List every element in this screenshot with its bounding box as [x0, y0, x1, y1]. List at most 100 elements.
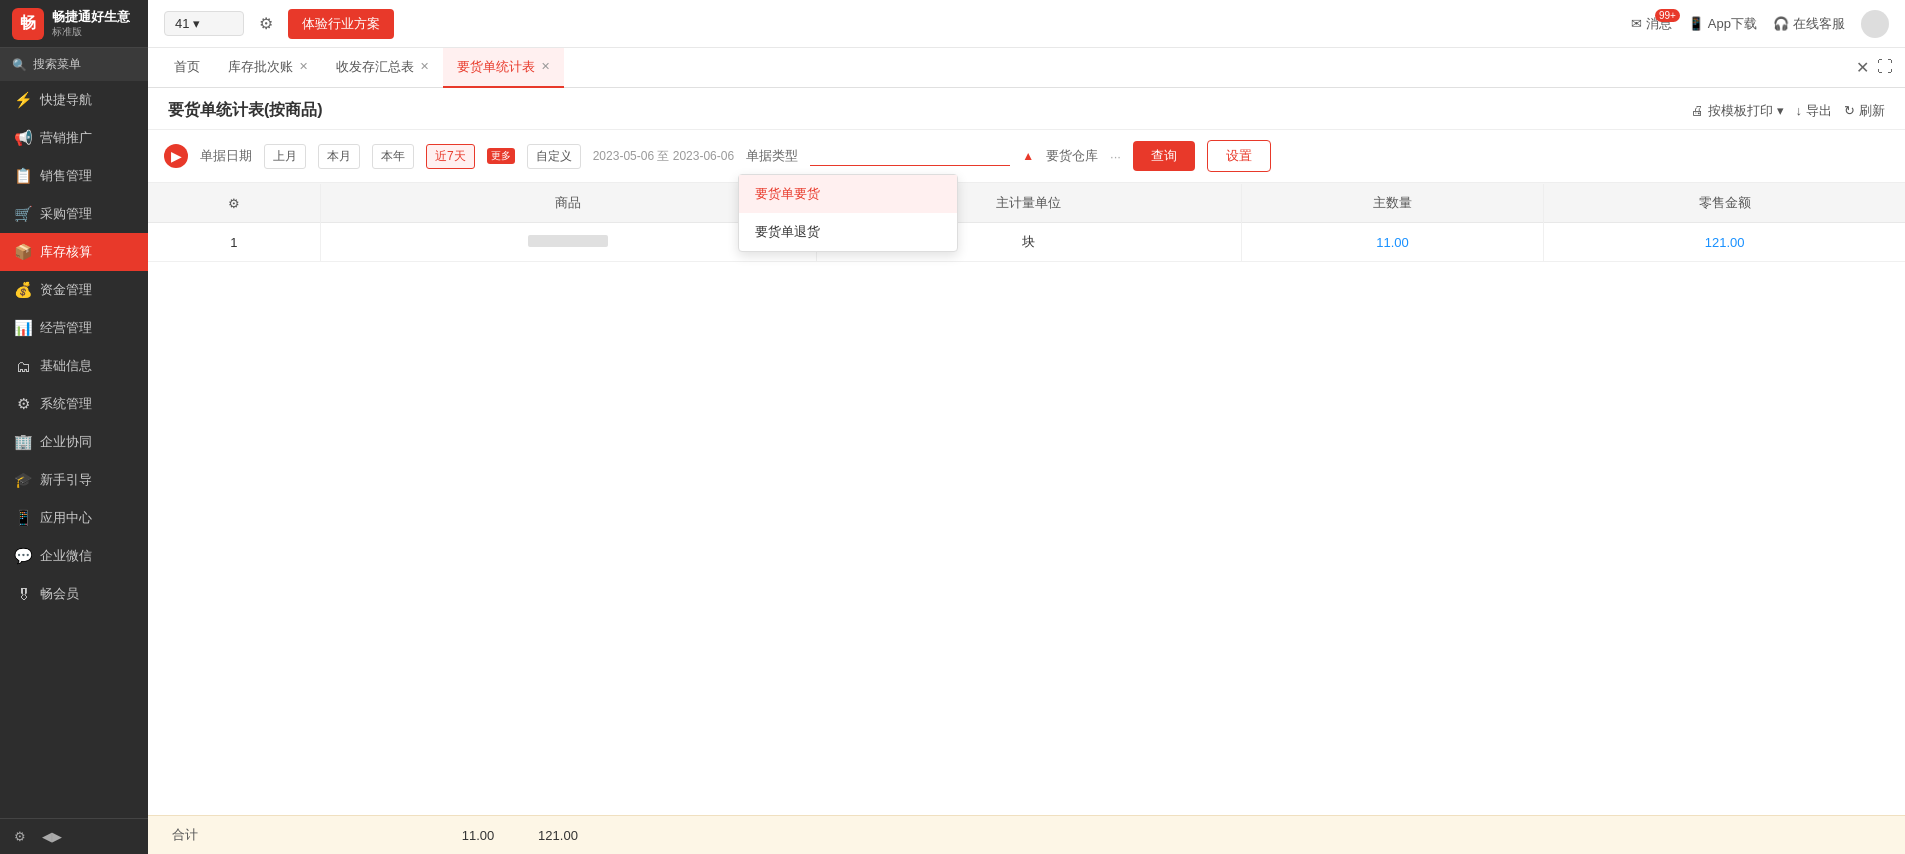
table-settings-icon[interactable]: ⚙: [228, 196, 240, 211]
data-table: ⚙ 商品 主计量单位 主数量 零售金额 1 块: [148, 184, 1905, 262]
tab-receipt-summary[interactable]: 收发存汇总表 ✕: [322, 48, 443, 88]
warehouse-filter-dots[interactable]: ···: [1110, 149, 1121, 164]
app-download-btn[interactable]: 📱 App下载: [1688, 15, 1757, 33]
tab-receipt-summary-label: 收发存汇总表: [336, 58, 414, 76]
tab-inventory-batch[interactable]: 库存批次账 ✕: [214, 48, 322, 88]
selector-chevron-icon: ▾: [193, 16, 200, 31]
logo-main: 畅捷通好生意: [52, 9, 130, 26]
sidebar-item-marketing[interactable]: 📢 营销推广: [0, 119, 148, 157]
sidebar-item-label: 快捷导航: [40, 91, 92, 109]
sidebar-item-finance[interactable]: 💰 资金管理: [0, 271, 148, 309]
footer-quantity: 11.00: [438, 828, 518, 843]
sidebar-item-operations[interactable]: 📊 经营管理: [0, 309, 148, 347]
filter-expand-btn[interactable]: ▶: [164, 144, 188, 168]
tabs-close-all-icon[interactable]: ✕: [1856, 58, 1869, 77]
last-month-btn[interactable]: 上月: [264, 144, 306, 169]
purchase-icon: 🛒: [14, 205, 32, 223]
filter-settings-btn[interactable]: 设置: [1207, 140, 1271, 172]
table-header-row: ⚙ 商品 主计量单位 主数量 零售金额: [148, 184, 1905, 223]
sidebar-item-label: 库存核算: [40, 243, 92, 261]
custom-date-btn[interactable]: 自定义: [527, 144, 581, 169]
sidebar-item-wechat[interactable]: 💬 企业微信: [0, 537, 148, 575]
dropdown-item-demand-order[interactable]: 要货单要货: [739, 175, 957, 213]
user-avatar[interactable]: [1861, 10, 1889, 38]
online-service-btn[interactable]: 🎧 在线客服: [1773, 15, 1845, 33]
page-header: 要货单统计表(按商品) 🖨 按模板打印 ▾ ↓ 导出 ↻ 刷新: [148, 88, 1905, 130]
sidebar-item-app-center[interactable]: 📱 应用中心: [0, 499, 148, 537]
topbar-settings-btn[interactable]: ⚙: [252, 10, 280, 38]
tab-demand-summary[interactable]: 要货单统计表 ✕: [443, 48, 564, 88]
refresh-label: 刷新: [1859, 102, 1885, 120]
type-dropdown: 要货单要货 要货单退货: [738, 174, 958, 252]
sidebar-item-guide[interactable]: 🎓 新手引导: [0, 461, 148, 499]
sidebar-item-label: 企业微信: [40, 547, 92, 565]
operations-icon: 📊: [14, 319, 32, 337]
logo-sub: 标准版: [52, 25, 130, 38]
date-more-badge[interactable]: 更多: [487, 148, 515, 164]
this-month-btn[interactable]: 本月: [318, 144, 360, 169]
quick-nav-icon: ⚡: [14, 91, 32, 109]
last-7days-btn[interactable]: 近7天: [426, 144, 475, 169]
basic-info-icon: 🗂: [14, 358, 32, 375]
sidebar-item-vip[interactable]: 🎖 畅会员: [0, 575, 148, 613]
export-btn[interactable]: ↓ 导出: [1796, 102, 1833, 120]
product-placeholder: [528, 235, 608, 247]
refresh-btn[interactable]: ↻ 刷新: [1844, 102, 1885, 120]
query-btn[interactable]: 查询: [1133, 141, 1195, 171]
sidebar-search[interactable]: 🔍 搜索菜单: [0, 48, 148, 81]
sidebar-item-label: 系统管理: [40, 395, 92, 413]
sidebar-item-label: 基础信息: [40, 357, 92, 375]
vip-icon: 🎖: [14, 586, 32, 603]
print-icon: 🖨: [1691, 103, 1704, 118]
trial-btn[interactable]: 体验行业方案: [288, 9, 394, 39]
tab-home-label: 首页: [174, 58, 200, 76]
app-center-icon: 📱: [14, 509, 32, 527]
sidebar-item-quick-nav[interactable]: ⚡ 快捷导航: [0, 81, 148, 119]
sidebar-logo: 畅 畅捷通好生意 标准版: [0, 0, 148, 48]
search-label: 搜索菜单: [33, 56, 81, 73]
tab-receipt-summary-close[interactable]: ✕: [420, 60, 429, 73]
page-title: 要货单统计表(按商品): [168, 100, 323, 121]
sidebar-nav: ⚡ 快捷导航 📢 营销推广 📋 销售管理 🛒 采购管理 📦 库存核算 💰 资金管…: [0, 81, 148, 818]
sidebar-item-enterprise[interactable]: 🏢 企业协同: [0, 423, 148, 461]
message-btn[interactable]: ✉ 消息 99+: [1631, 15, 1672, 33]
export-icon: ↓: [1796, 103, 1803, 118]
service-icon: 🎧: [1773, 16, 1789, 31]
message-badge: 99+: [1655, 9, 1680, 22]
company-selector[interactable]: 41 ▾: [164, 11, 244, 36]
sidebar-collapse-btn[interactable]: ◀▶: [42, 829, 62, 844]
table-container: ⚙ 商品 主计量单位 主数量 零售金额 1 块: [148, 184, 1905, 815]
topbar-left: 41 ▾ ⚙ 体验行业方案: [164, 9, 1619, 39]
tabs-bar: 首页 库存批次账 ✕ 收发存汇总表 ✕ 要货单统计表 ✕ ✕ ⛶: [148, 48, 1905, 88]
type-filter-toggle[interactable]: ▲: [1022, 149, 1034, 163]
sidebar-item-purchase[interactable]: 🛒 采购管理: [0, 195, 148, 233]
sidebar-item-basic-info[interactable]: 🗂 基础信息: [0, 347, 148, 385]
this-year-btn[interactable]: 本年: [372, 144, 414, 169]
tab-demand-summary-close[interactable]: ✕: [541, 60, 550, 73]
main-area: 41 ▾ ⚙ 体验行业方案 ✉ 消息 99+ 📱 App下载 🎧 在线客服: [148, 0, 1905, 854]
sidebar-item-label: 销售管理: [40, 167, 92, 185]
sidebar-bottom: ⚙ ◀▶: [0, 818, 148, 854]
export-label: 导出: [1806, 102, 1832, 120]
sidebar-item-sales[interactable]: 📋 销售管理: [0, 157, 148, 195]
row-quantity[interactable]: 11.00: [1241, 223, 1543, 262]
sidebar: 畅 畅捷通好生意 标准版 🔍 搜索菜单 ⚡ 快捷导航 📢 营销推广 📋 销售管理…: [0, 0, 148, 854]
page-actions: 🖨 按模板打印 ▾ ↓ 导出 ↻ 刷新: [1691, 102, 1886, 120]
sidebar-item-system[interactable]: ⚙ 系统管理: [0, 385, 148, 423]
refresh-icon: ↻: [1844, 103, 1855, 118]
col-amount-header: 零售金额: [1544, 184, 1905, 223]
tab-inventory-batch-close[interactable]: ✕: [299, 60, 308, 73]
dropdown-item-demand-return[interactable]: 要货单退货: [739, 213, 957, 251]
sidebar-item-inventory[interactable]: 📦 库存核算: [0, 233, 148, 271]
print-template-label: 按模板打印: [1708, 102, 1773, 120]
sidebar-item-label: 采购管理: [40, 205, 92, 223]
type-filter-input[interactable]: [810, 146, 1010, 166]
tab-home[interactable]: 首页: [160, 48, 214, 88]
row-amount[interactable]: 121.00: [1544, 223, 1905, 262]
sidebar-settings-btn[interactable]: ⚙: [14, 829, 26, 844]
tabs-expand-icon[interactable]: ⛶: [1877, 58, 1893, 77]
col-settings-header[interactable]: ⚙: [148, 184, 320, 223]
date-filter-label: 单据日期: [200, 147, 252, 165]
print-template-btn[interactable]: 🖨 按模板打印 ▾: [1691, 102, 1784, 120]
type-filter-label: 单据类型: [746, 147, 798, 165]
